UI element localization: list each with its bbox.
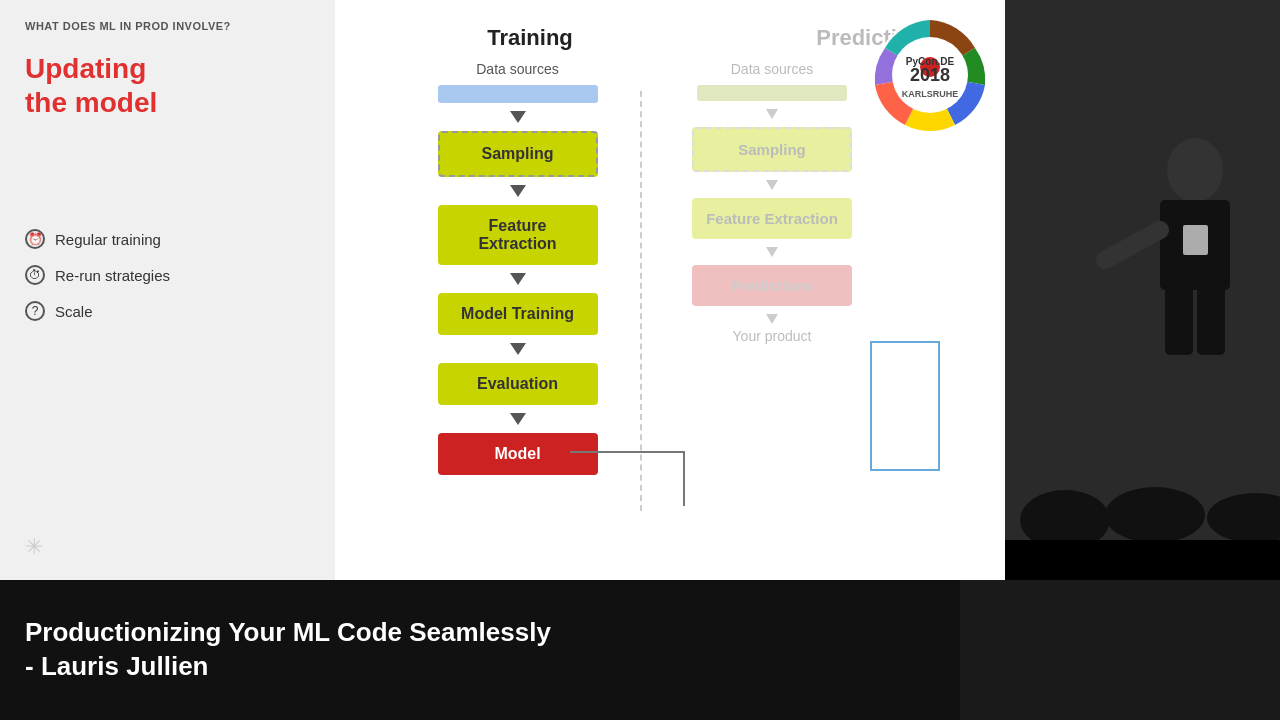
arrow-icon [766,314,778,324]
arrow-icon [510,185,526,197]
model-training-box: Model Training [438,293,598,335]
evaluation-box: Evaluation [438,363,598,405]
arrow-icon [766,247,778,257]
svg-rect-12 [1183,225,1208,255]
clock-icon: ⏰ [25,229,45,249]
arrow-icon [510,413,526,425]
training-data-sources: Data sources [476,61,558,77]
list-item: ? Scale [25,301,310,321]
prediction-feature-extraction-box: Feature Extraction [692,198,852,239]
divider-line [640,91,642,511]
presenter-panel [1005,0,1280,540]
blue-rect [870,341,940,471]
sidebar-header: WHAT DOES ML IN PROD INVOLVE? [25,20,310,32]
prediction-flow: Data sources Sampling Feature Extraction [682,61,862,511]
logo-icon: ✳ [25,534,43,560]
updating-title: Updating the model [25,52,310,119]
arrow-icon [510,343,526,355]
svg-rect-15 [1197,285,1225,355]
training-title: Training [487,25,573,50]
arrow-icon [766,109,778,119]
arrow-icon [766,180,778,190]
feature-extraction-box: Feature Extraction [438,205,598,265]
training-flow: Data sources Sampling Feature Extraction [420,61,615,511]
slide-content: PyCon.DE 2018 KARLSRUHE Training Predict… [335,0,1005,580]
your-product-label: Your product [733,328,812,344]
sidebar: WHAT DOES ML IN PROD INVOLVE? Updating t… [0,0,335,580]
prediction-data-sources: Data sources [731,61,813,77]
prediction-sampling-box: Sampling [692,127,852,172]
bottom-bar-text: Productionizing Your ML Code Seamlessly-… [25,616,551,684]
arrow-icon [510,111,526,123]
question-icon: ? [25,301,45,321]
sampling-box: Sampling [438,131,598,177]
timer-icon: ⏱ [25,265,45,285]
list-item: ⏱ Re-run strategies [25,265,310,285]
predictions-box: Predictions [692,265,852,306]
bottom-bar-row: Productionizing Your ML Code Seamlessly-… [0,580,1280,720]
sidebar-items: ⏰ Regular training ⏱ Re-run strategies ?… [25,229,310,321]
presenter-bottom [960,580,1280,720]
svg-point-10 [1167,138,1223,202]
bottom-bar: Productionizing Your ML Code Seamlessly-… [0,580,960,720]
svg-rect-6 [1005,0,1280,540]
model-connector [570,451,685,506]
arrow-icon [510,273,526,285]
svg-rect-14 [1165,285,1193,355]
list-item: ⏰ Regular training [25,229,310,249]
